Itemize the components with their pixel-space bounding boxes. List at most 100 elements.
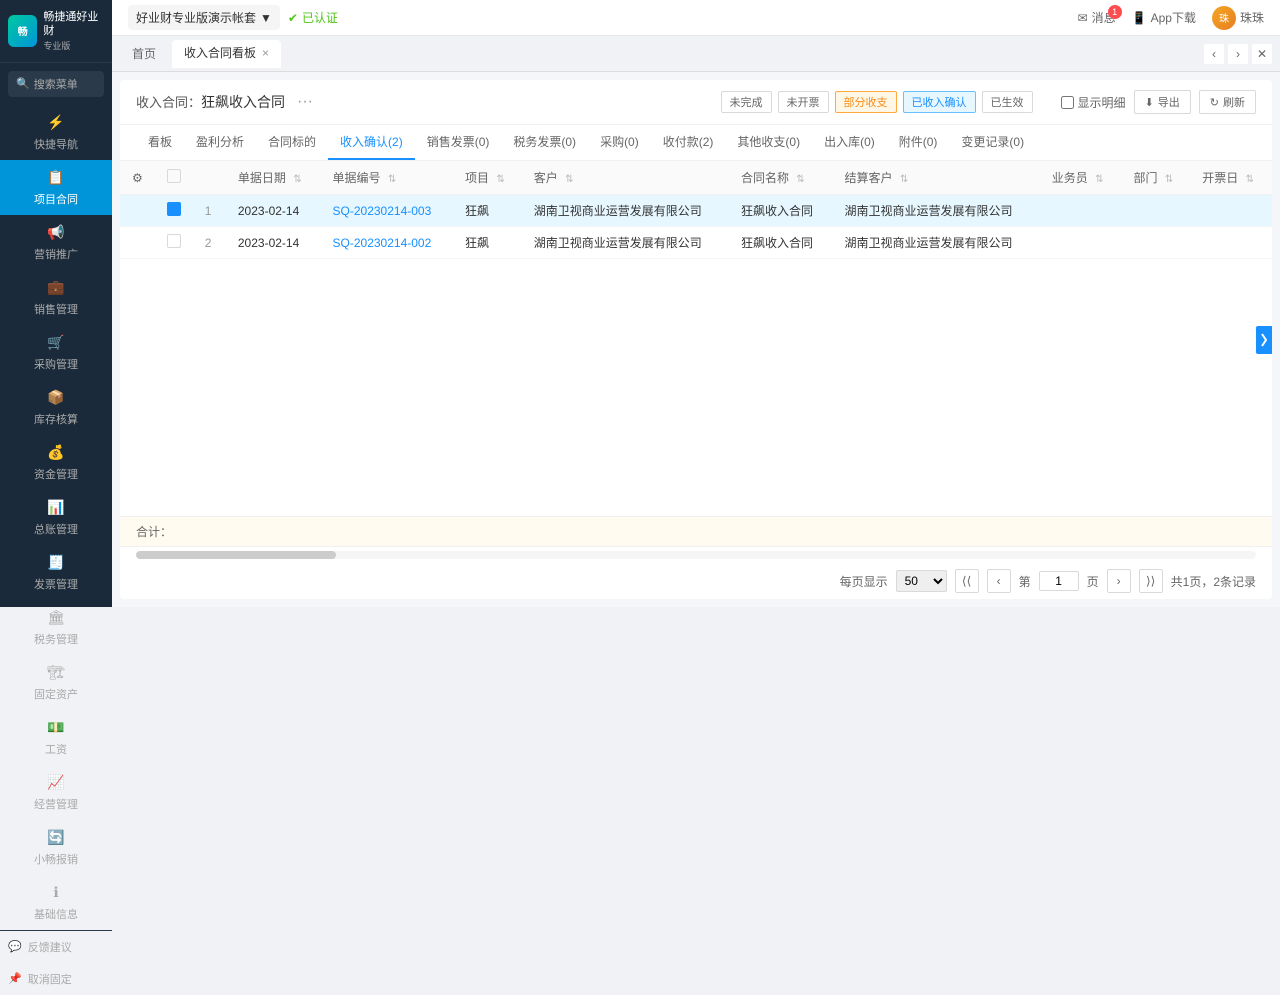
sidebar-item-tax[interactable]: 🏛 税务管理 xyxy=(0,600,112,655)
sidebar-item-feedback[interactable]: 💬 反馈建议 xyxy=(0,931,112,963)
sidebar-item-purchase[interactable]: 🛒 采购管理 xyxy=(0,325,112,380)
salesman-column-header[interactable]: 业务员 ⇅ xyxy=(1040,161,1122,195)
sub-tab-purchase[interactable]: 采购(0) xyxy=(588,125,651,160)
code-column-header[interactable]: 单据编号 ⇅ xyxy=(321,161,453,195)
row1-checkbox[interactable] xyxy=(167,202,181,216)
checkbox-column-header[interactable] xyxy=(155,161,193,195)
quick-nav-label: 快捷导航 xyxy=(34,136,78,152)
department-column-header[interactable]: 部门 ⇅ xyxy=(1121,161,1190,195)
sidebar-item-ledger[interactable]: 📊 总账管理 xyxy=(0,490,112,545)
sub-tab-other[interactable]: 其他收支(0) xyxy=(725,125,812,160)
refresh-button[interactable]: ↻ 刷新 xyxy=(1199,90,1256,114)
user-avatar[interactable]: 珠 珠珠 xyxy=(1212,6,1264,30)
sub-tab-subject[interactable]: 合同标的 xyxy=(256,125,328,160)
sub-tab-profit[interactable]: 盈利分析 xyxy=(184,125,256,160)
search-menu-button[interactable]: 🔍 搜索菜单 xyxy=(8,71,104,97)
tab-prev-button[interactable]: ‹ xyxy=(1204,44,1224,64)
settle-customer-column-header[interactable]: 结算客户 ⇅ xyxy=(833,161,1040,195)
table-row[interactable]: 2 2023-02-14 SQ-20230214-002 狂飙 湖南卫视商业运营… xyxy=(120,227,1272,259)
sub-tab-attachment[interactable]: 附件(0) xyxy=(887,125,950,160)
sidebar-bottom: 💬 反馈建议 📌 取消固定 xyxy=(0,930,112,995)
user-name: 珠珠 xyxy=(1240,9,1264,26)
refresh-icon: ↻ xyxy=(1210,96,1219,109)
row2-project: 狂飙 xyxy=(453,227,522,259)
page-suffix-label: 页 xyxy=(1087,573,1099,590)
scrollbar-thumb[interactable] xyxy=(136,551,336,559)
sub-tab-tax-invoice[interactable]: 税务发票(0) xyxy=(501,125,588,160)
sub-tab-sales-invoice[interactable]: 销售发票(0) xyxy=(415,125,502,160)
next-page-button[interactable]: › xyxy=(1107,569,1131,593)
row2-checkbox-cell[interactable] xyxy=(155,227,193,259)
tab-active-label: 收入合同看板 xyxy=(184,44,256,61)
sub-tab-warehouse[interactable]: 出入库(0) xyxy=(812,125,887,160)
date-column-header[interactable]: 单据日期 ⇅ xyxy=(226,161,321,195)
sub-tab-board[interactable]: 看板 xyxy=(136,125,184,160)
billing-date-column-header[interactable]: 开票日 ⇅ xyxy=(1190,161,1272,195)
horizontal-scrollbar[interactable] xyxy=(120,546,1272,563)
per-page-select[interactable]: 10 20 50 100 xyxy=(896,570,947,592)
row1-checkbox-cell[interactable] xyxy=(155,195,193,227)
search-area: 🔍 搜索菜单 xyxy=(0,63,112,105)
sidebar-item-expenses[interactable]: 🔄 小畅报销 xyxy=(0,820,112,875)
sidebar-item-sales[interactable]: 💼 销售管理 xyxy=(0,270,112,325)
table-header-row: ⚙ 单据日期 ⇅ 单据编号 ⇅ 项目 ⇅ 客户 ⇅ 合同名称 ⇅ 结算客户 ⇅ … xyxy=(120,161,1272,195)
sidebar-item-payroll[interactable]: 💵 工资 xyxy=(0,710,112,765)
sidebar-item-operations[interactable]: 📈 经营管理 xyxy=(0,765,112,820)
refresh-label: 刷新 xyxy=(1223,94,1245,110)
contract-header: 收入合同：狂飙收入合同 ··· 未完成 未开票 部分收支 已收入确认 已生效 显… xyxy=(120,80,1272,125)
sidebar-item-unpin[interactable]: 📌 取消固定 xyxy=(0,963,112,995)
contract-more-button[interactable]: ··· xyxy=(297,93,313,111)
sub-tab-changes[interactable]: 变更记录(0) xyxy=(949,125,1036,160)
tab-next-button[interactable]: › xyxy=(1228,44,1248,64)
project-contract-icon: 📋 xyxy=(46,168,66,188)
sidebar-item-marketing[interactable]: 📢 营销推广 xyxy=(0,215,112,270)
select-all-checkbox[interactable] xyxy=(167,169,181,183)
tabbar: 首页 收入合同看板 × ‹ › ✕ xyxy=(112,36,1280,72)
message-button[interactable]: ✉ 消息 1 xyxy=(1078,9,1116,26)
tab-active[interactable]: 收入合同看板 × xyxy=(172,40,281,68)
sidebar-item-fixed-assets[interactable]: 🏗 固定资产 xyxy=(0,655,112,710)
last-page-button[interactable]: ⟩⟩ xyxy=(1139,569,1163,593)
status-tag-incomplete[interactable]: 未完成 xyxy=(721,91,772,113)
contract-column-header[interactable]: 合同名称 ⇅ xyxy=(729,161,833,195)
content-panel: 收入合同：狂飙收入合同 ··· 未完成 未开票 部分收支 已收入确认 已生效 显… xyxy=(120,80,1272,599)
row2-checkbox[interactable] xyxy=(167,234,181,248)
sidebar-item-quick-nav[interactable]: ⚡ 快捷导航 xyxy=(0,105,112,160)
current-page-input[interactable] xyxy=(1039,571,1079,591)
tab-home[interactable]: 首页 xyxy=(120,40,168,68)
status-tag-uninvoiced[interactable]: 未开票 xyxy=(778,91,829,113)
status-tag-partial[interactable]: 部分收支 xyxy=(835,91,897,113)
sidebar-item-project-contract[interactable]: 📋 项目合同 xyxy=(0,160,112,215)
table-row[interactable]: 1 2023-02-14 SQ-20230214-003 狂飙 湖南卫视商业运营… xyxy=(120,195,1272,227)
prev-page-button[interactable]: ‹ xyxy=(987,569,1011,593)
customer-column-header[interactable]: 客户 ⇅ xyxy=(522,161,729,195)
sidebar-item-inventory[interactable]: 📦 库存核算 xyxy=(0,380,112,435)
row2-settle-customer: 湖南卫视商业运营发展有限公司 xyxy=(833,227,1040,259)
settings-column-header[interactable]: ⚙ xyxy=(120,161,155,195)
app-download-button[interactable]: 📱 App下载 xyxy=(1132,9,1196,26)
status-tag-effective[interactable]: 已生效 xyxy=(982,91,1033,113)
row2-code: SQ-20230214-002 xyxy=(321,227,453,259)
tab-close-icon[interactable]: × xyxy=(262,46,269,60)
right-panel-toggle[interactable] xyxy=(1256,326,1272,354)
sub-tab-revenue-confirm[interactable]: 收入确认(2) xyxy=(328,125,415,160)
total-label: 合计： xyxy=(136,523,172,540)
sub-tab-payment[interactable]: 收付款(2) xyxy=(651,125,726,160)
basics-icon: ℹ xyxy=(46,883,66,903)
row2-code-link[interactable]: SQ-20230214-002 xyxy=(333,236,432,250)
payroll-label: 工资 xyxy=(45,741,67,757)
row1-code-link[interactable]: SQ-20230214-003 xyxy=(333,204,432,218)
export-button[interactable]: ⬇ 导出 xyxy=(1134,90,1191,114)
sidebar-item-capital[interactable]: 💰 资金管理 xyxy=(0,435,112,490)
show-detail-checkbox[interactable] xyxy=(1061,96,1074,109)
search-icon: 🔍 xyxy=(16,77,30,90)
project-contract-label: 项目合同 xyxy=(34,191,78,207)
status-tag-confirmed[interactable]: 已收入确认 xyxy=(903,91,976,113)
company-selector[interactable]: 好业财专业版演示帐套 ▼ xyxy=(128,5,280,30)
project-column-header[interactable]: 项目 ⇅ xyxy=(453,161,522,195)
first-page-button[interactable]: ⟨⟨ xyxy=(955,569,979,593)
sidebar-item-basics[interactable]: ℹ 基础信息 xyxy=(0,875,112,930)
salesman-sort-icon: ⇅ xyxy=(1095,174,1103,185)
sidebar-item-invoice[interactable]: 🧾 发票管理 xyxy=(0,545,112,600)
tab-close-all-button[interactable]: ✕ xyxy=(1252,44,1272,64)
